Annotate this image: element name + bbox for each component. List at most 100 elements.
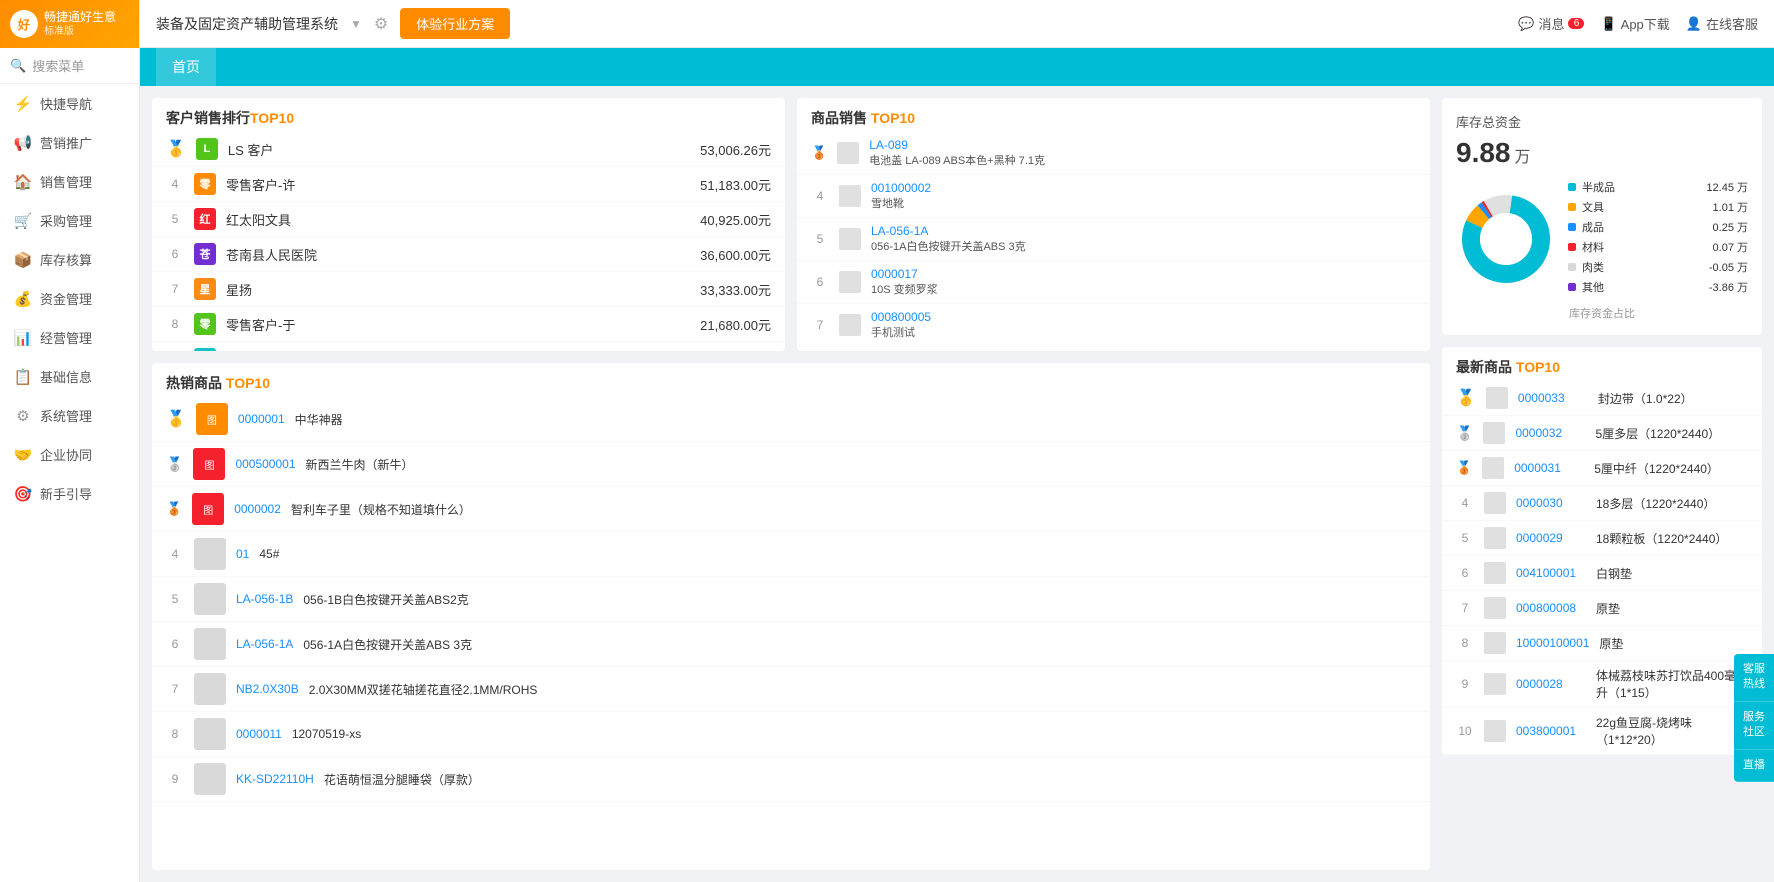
new-products-title: 最新商品 TOP10 — [1456, 357, 1560, 377]
trial-button[interactable]: 体验行业方案 — [400, 8, 510, 39]
marketing-icon: 📢 — [14, 134, 32, 152]
product-code: 0000032 — [1515, 426, 1585, 440]
customer-name: 云扬 — [226, 350, 697, 352]
search-icon: 🔍 — [10, 58, 26, 74]
search-menu[interactable]: 🔍 搜索菜单 — [0, 48, 139, 84]
customer-badge: 零 — [194, 313, 216, 335]
medal-icon: 🥉 — [1456, 460, 1472, 476]
rank-number: 4 — [811, 189, 829, 203]
sidebar-item-quick-nav[interactable]: ⚡ 快捷导航 — [0, 84, 139, 123]
product-thumbnail: 图 — [192, 493, 224, 525]
product-sales-row: 7 000800005 手机测试 — [797, 304, 1430, 347]
app-download-label: App下载 — [1621, 14, 1670, 33]
new-product-row: 4 0000030 18多层（1220*2440） — [1442, 486, 1762, 521]
new-products-list: 🥇 0000033 封边带（1.0*22） 🥈 0000032 5厘多层（122… — [1442, 381, 1762, 755]
product-code: LA-089 — [869, 138, 1416, 152]
product-name: 封边带（1.0*22） — [1598, 390, 1748, 407]
message-button[interactable]: 💬 消息 6 — [1518, 14, 1584, 33]
sidebar-item-label: 企业协同 — [40, 445, 92, 464]
sidebar-item-label: 资金管理 — [40, 289, 92, 308]
new-product-row: 6 004100001 白钢垫 — [1442, 556, 1762, 591]
sidebar-item-sales[interactable]: 🏠 销售管理 — [0, 162, 139, 201]
customer-amount: 33,333.00元 — [700, 280, 771, 299]
message-badge: 6 — [1568, 18, 1584, 29]
new-product-row: 5 0000029 18颗粒板（1220*2440） — [1442, 521, 1762, 556]
new-product-row: 8 10000100001 原垫 — [1442, 626, 1762, 661]
live-button[interactable]: 直播 — [1734, 750, 1774, 782]
rank-number: 4 — [166, 177, 184, 191]
product-name: 18颗粒板（1220*2440） — [1596, 530, 1748, 547]
product-img — [839, 185, 861, 207]
online-service-button[interactable]: 👤 在线客服 — [1686, 14, 1758, 33]
settings-icon[interactable]: ⚙ — [374, 14, 388, 34]
customer-ranking-list: 🥇 L LS 客户 53,006.26元 4 零 零售客户-许 51,183.0… — [152, 132, 785, 351]
product-code: 0000031 — [1514, 461, 1584, 475]
customer-badge: 云 — [194, 348, 216, 351]
sidebar-item-finance[interactable]: 💰 资金管理 — [0, 279, 139, 318]
legend-item: 成品 0.25 万 — [1568, 219, 1748, 235]
service-community-button[interactable]: 服务社区 — [1734, 702, 1774, 750]
legend-label: 肉类 — [1582, 259, 1703, 275]
sidebar-item-inventory[interactable]: 📦 库存核算 — [0, 240, 139, 279]
product-thumbnail: 图 — [196, 403, 228, 435]
legend-label: 成品 — [1582, 219, 1707, 235]
sidebar-item-enterprise[interactable]: 🤝 企业协同 — [0, 435, 139, 474]
legend-label: 文具 — [1582, 199, 1707, 215]
sidebar-item-label: 采购管理 — [40, 211, 92, 230]
product-name: 雪地靴 — [871, 195, 1416, 211]
legend-value: -3.86 万 — [1709, 279, 1748, 295]
app-download-button[interactable]: 📱 App下载 — [1600, 14, 1669, 33]
sidebar-item-purchase[interactable]: 🛒 采购管理 — [0, 201, 139, 240]
product-code: NB2.0X30B — [236, 682, 299, 696]
sidebar-item-basic-info[interactable]: 📋 基础信息 — [0, 357, 139, 396]
product-code: 0000030 — [1516, 496, 1586, 510]
product-sales-card: 商品销售 TOP10 🥉 LA-089 电池盖 LA-089 ABS本色+黑种 … — [797, 98, 1430, 351]
product-img — [1482, 457, 1504, 479]
middle-column: 客户销售排行TOP10 🥇 L LS 客户 53,006.26元 4 零 零售 — [152, 98, 1430, 870]
sidebar-item-marketing[interactable]: 📢 营销推广 — [0, 123, 139, 162]
dropdown-arrow[interactable]: ▼ — [350, 17, 362, 31]
rank-number: 8 — [1456, 636, 1474, 650]
product-sales-row: 4 001000002 雪地靴 — [797, 175, 1430, 218]
sidebar-item-label: 基础信息 — [40, 367, 92, 386]
legend-item: 文具 1.01 万 — [1568, 199, 1748, 215]
customer-row: 5 红 红太阳文具 40,925.00元 — [152, 202, 785, 237]
nav-home[interactable]: 首页 — [156, 48, 216, 86]
new-product-row: 7 000800008 原垫 — [1442, 591, 1762, 626]
legend-item: 半成品 12.45 万 — [1568, 179, 1748, 195]
sidebar-item-operations[interactable]: 📊 经营管理 — [0, 318, 139, 357]
product-img — [1484, 492, 1506, 514]
product-code: 10000100001 — [1516, 636, 1589, 650]
hot-product-row: 5 LA-056-1B 056-1B白色按键开关盖ABS2克 — [152, 577, 1430, 622]
product-sales-title: 商品销售 TOP10 — [811, 108, 915, 128]
product-thumbnail — [194, 583, 226, 615]
customer-row: 8 零 零售客户-于 21,680.00元 — [152, 307, 785, 342]
sidebar: 好 畅捷通好生意 标准版 🔍 搜索菜单 ⚡ 快捷导航 📢 营销推广 🏠 销售管理… — [0, 0, 140, 882]
product-name: 手机测试 — [871, 324, 1416, 340]
rank-number: 7 — [166, 282, 184, 296]
rank-number: 7 — [166, 682, 184, 696]
rank-number: 5 — [1456, 531, 1474, 545]
product-code: 0000001 — [238, 412, 285, 426]
product-thumbnail — [194, 673, 226, 705]
sidebar-item-guide[interactable]: 🎯 新手引导 — [0, 474, 139, 513]
customer-name: 零售客户-于 — [226, 315, 690, 334]
product-code: LA-056-1B — [236, 592, 293, 606]
product-img — [1484, 562, 1506, 584]
customer-badge: 星 — [194, 278, 216, 300]
customer-row: 6 苍 苍南县人民医院 36,600.00元 — [152, 237, 785, 272]
legend-dot — [1568, 283, 1576, 291]
product-name: 22g鱼豆腐-烧烤味（1*12*20） — [1596, 714, 1748, 748]
topbar-right: 💬 消息 6 📱 App下载 👤 在线客服 — [1518, 14, 1758, 33]
product-img — [1484, 527, 1506, 549]
product-name: 18多层（1220*2440） — [1596, 495, 1748, 512]
product-code: KK-SD22110H — [236, 772, 314, 786]
sidebar-item-label: 经营管理 — [40, 328, 92, 347]
medal-icon: 🥈 — [166, 456, 183, 473]
rank-number: 7 — [811, 318, 829, 332]
customer-row: 4 零 零售客户-许 51,183.00元 — [152, 167, 785, 202]
legend-label: 其他 — [1582, 279, 1703, 295]
customer-service-button[interactable]: 客服热线 — [1734, 654, 1774, 702]
sidebar-item-system[interactable]: ⚙ 系统管理 — [0, 396, 139, 435]
inventory-amount: 9.88 — [1456, 137, 1511, 169]
